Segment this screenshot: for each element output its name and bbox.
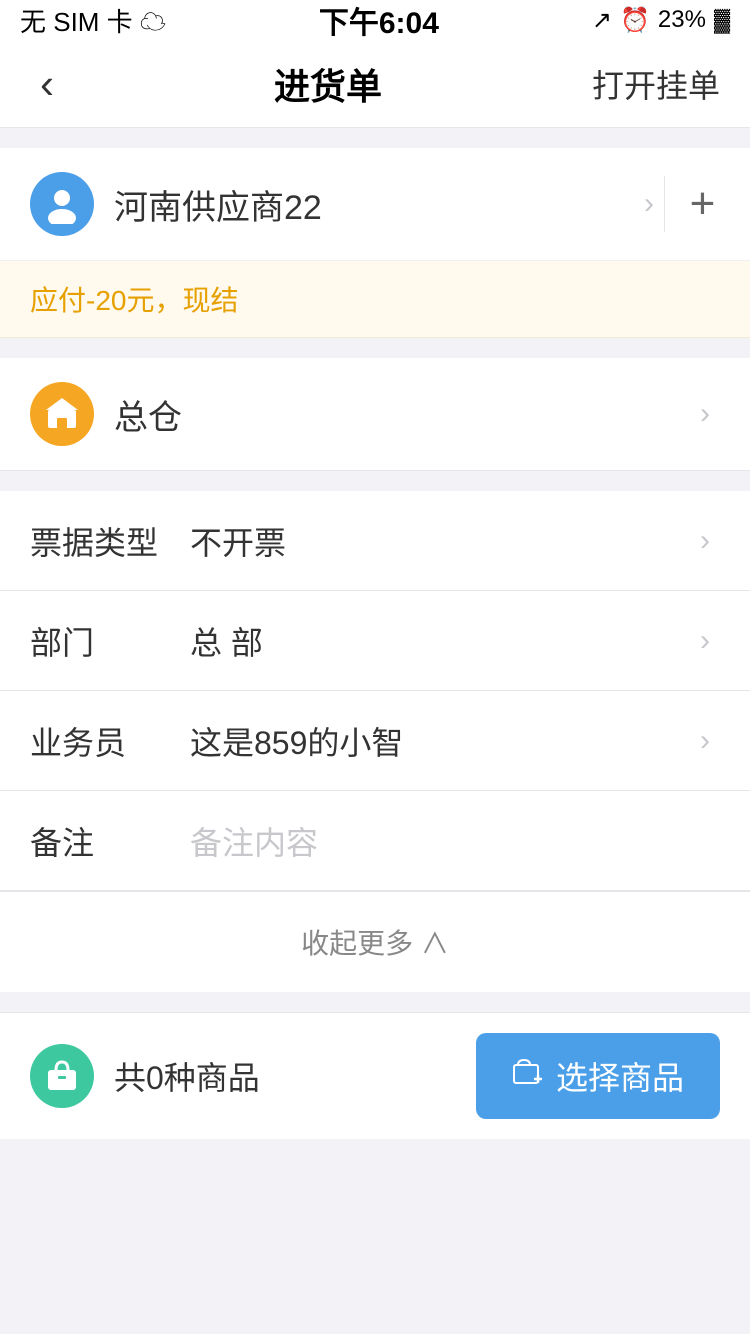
collapse-label: 收起更多 ∧	[301, 922, 449, 962]
add-supplier-button[interactable]: +	[664, 176, 720, 232]
supplier-section: 河南供应商22 › + 应付-20元，现结	[0, 148, 750, 338]
salesperson-row[interactable]: 业务员 这是859的小智 ›	[0, 691, 750, 791]
invoice-type-label: 票据类型	[30, 518, 170, 564]
department-value: 总 部	[190, 618, 700, 664]
status-right: ↗ ⏰ 23% ▓	[592, 6, 730, 35]
select-product-label: 选择商品	[556, 1053, 684, 1099]
shopping-bag-icon	[44, 1058, 80, 1094]
status-left: 无 SIM 卡 ☁	[20, 2, 166, 39]
warning-banner: 应付-20元，现结	[0, 261, 750, 338]
warehouse-section: 总仓 ›	[0, 358, 750, 471]
location-icon: ↗	[592, 6, 612, 35]
form-section: 票据类型 不开票 › 部门 总 部 › 业务员 这是859的小智 › 备注 备注…	[0, 491, 750, 992]
department-chevron-icon: ›	[700, 624, 710, 658]
page-title: 进货单	[274, 58, 382, 110]
divider-top	[0, 128, 750, 148]
department-label: 部门	[30, 618, 170, 664]
salesperson-label: 业务员	[30, 718, 170, 764]
warehouse-chevron-icon: ›	[700, 397, 710, 431]
supplier-name: 河南供应商22	[114, 180, 644, 229]
back-button[interactable]: ‹	[30, 50, 64, 118]
open-pending-button[interactable]: 打开挂单	[592, 61, 720, 107]
alarm-icon: ⏰	[620, 6, 650, 35]
invoice-type-value: 不开票	[190, 518, 700, 564]
status-time: 下午6:04	[319, 0, 439, 42]
remark-label: 备注	[30, 818, 170, 864]
warehouse-name: 总仓	[114, 390, 700, 439]
invoice-type-row[interactable]: 票据类型 不开票 ›	[0, 491, 750, 591]
warehouse-row[interactable]: 总仓 ›	[0, 358, 750, 470]
collapse-button[interactable]: 收起更多 ∧	[0, 891, 750, 992]
warehouse-icon	[44, 396, 80, 432]
product-icon-wrap	[30, 1044, 94, 1108]
supplier-chevron-icon: ›	[644, 187, 654, 221]
invoice-chevron-icon: ›	[700, 524, 710, 558]
supplier-avatar	[30, 172, 94, 236]
battery-icon: ▓	[714, 7, 730, 33]
battery-label: 23%	[658, 6, 706, 34]
select-product-icon	[512, 1058, 544, 1095]
status-bar: 无 SIM 卡 ☁ 下午6:04 ↗ ⏰ 23% ▓	[0, 0, 750, 40]
product-count-wrap: 共0种商品	[30, 1044, 476, 1108]
salesperson-value: 这是859的小智	[190, 718, 700, 764]
sim-status: 无 SIM 卡 ☁	[20, 2, 166, 39]
select-product-button[interactable]: 选择商品	[476, 1033, 720, 1119]
product-count-text: 共0种商品	[114, 1053, 260, 1099]
bottom-bar: 共0种商品 选择商品	[0, 1012, 750, 1139]
warehouse-icon-wrap	[30, 382, 94, 446]
remark-input[interactable]: 备注内容	[190, 818, 720, 864]
supplier-row[interactable]: 河南供应商22 › +	[0, 148, 750, 261]
person-icon	[42, 184, 82, 224]
department-row[interactable]: 部门 总 部 ›	[0, 591, 750, 691]
nav-bar: ‹ 进货单 打开挂单	[0, 40, 750, 128]
remark-row[interactable]: 备注 备注内容	[0, 791, 750, 891]
salesperson-chevron-icon: ›	[700, 724, 710, 758]
